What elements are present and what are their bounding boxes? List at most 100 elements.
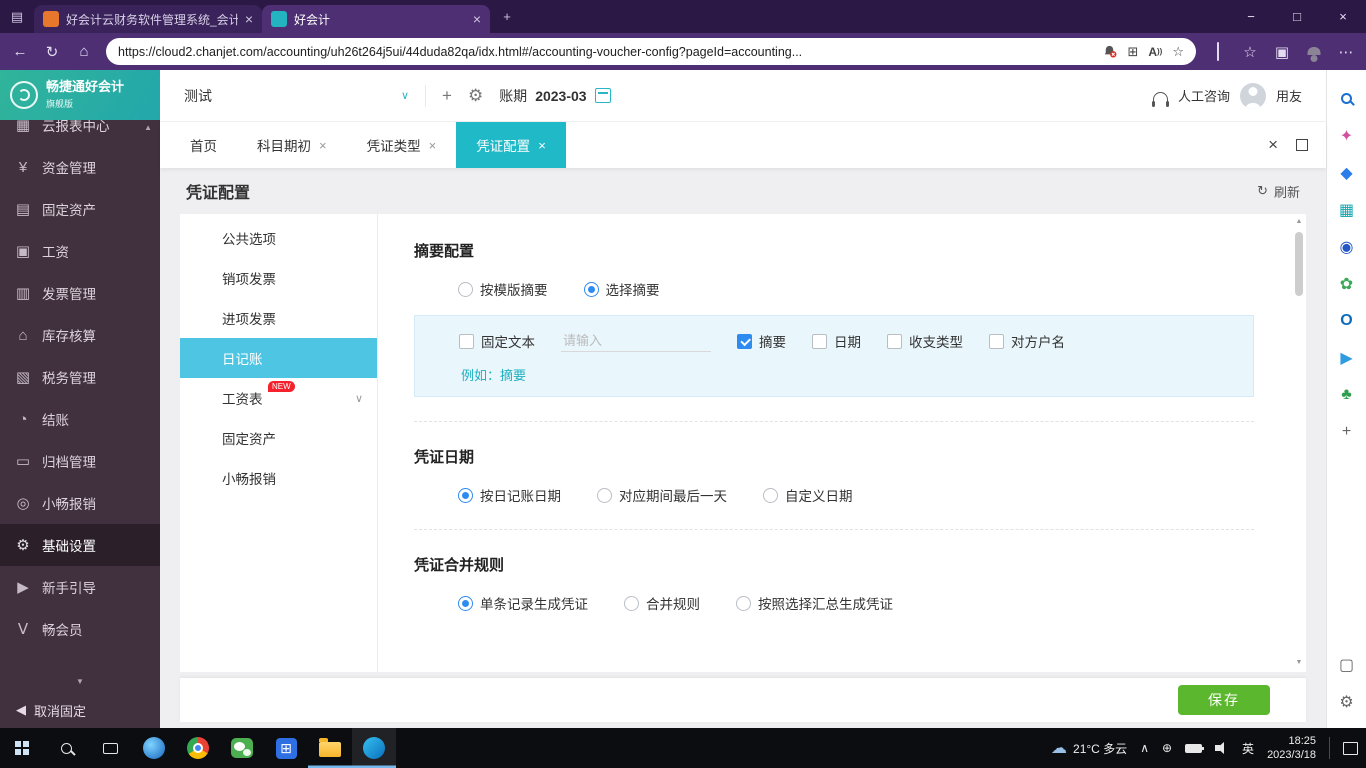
add-account-icon[interactable]: + (442, 86, 452, 106)
sidebar-item-settings[interactable]: ⚙ 基础设置 (0, 524, 160, 566)
address-bar[interactable]: https://cloud2.chanjet.com/accounting/uh… (106, 38, 1196, 65)
tab-close-icon[interactable]: × (429, 138, 437, 153)
start-button[interactable] (0, 728, 44, 768)
checkbox-income-type[interactable]: 收支类型 (887, 331, 963, 351)
period-picker[interactable]: 账期 2023-03 (499, 86, 611, 106)
add-sidebar-app-icon[interactable]: + (1327, 413, 1366, 450)
scrollbar-thumb[interactable] (1295, 232, 1303, 296)
radio-summarize[interactable]: 按照选择汇总生成凭证 (736, 593, 893, 613)
reload-button[interactable]: ↻ (42, 43, 62, 61)
tab-close-icon[interactable]: × (319, 138, 327, 153)
tools-grid-icon[interactable]: ▦ (1327, 191, 1366, 228)
clock[interactable]: 18:25 2023/3/18 (1267, 734, 1316, 763)
browser-tab-2[interactable]: 好会计 × (262, 5, 490, 33)
pinned-app-wechat[interactable] (220, 728, 264, 768)
ime-indicator[interactable]: 英 (1242, 740, 1254, 757)
radio-journal-date[interactable]: 按日记账日期 (458, 485, 561, 505)
add-favorite-icon[interactable]: ☆ (1172, 44, 1184, 60)
home-button[interactable]: ⌂ (74, 43, 94, 60)
support-link[interactable]: 人工咨询 (1178, 86, 1230, 105)
menu-fixed-assets[interactable]: 固定资产 (180, 418, 377, 458)
split-screen-icon[interactable] (1208, 42, 1228, 61)
back-button[interactable]: ← (10, 43, 30, 60)
contacts-icon[interactable]: ◉ (1327, 228, 1366, 265)
sidebar-item-payroll[interactable]: ▣ 工资 (0, 230, 160, 272)
sidebar-item-archive[interactable]: ▭ 归档管理 (0, 440, 160, 482)
minimize-button[interactable]: − (1228, 0, 1274, 33)
scrollbar-down-icon[interactable]: ▼ (1294, 659, 1304, 666)
radio-custom-date[interactable]: 自定义日期 (763, 485, 853, 505)
drive-icon[interactable]: ◆ (1327, 154, 1366, 191)
battery-icon[interactable] (1185, 743, 1205, 753)
outlook-icon[interactable]: O (1327, 302, 1366, 339)
sidebar-item-guide[interactable]: ▶ 新手引导 (0, 566, 160, 608)
checkbox-fixed-text[interactable]: 固定文本 (459, 331, 535, 351)
sidebar-item-closing[interactable]: ◔ 结账 (0, 398, 160, 440)
apps-grid-icon[interactable]: ⊞ (1127, 44, 1138, 60)
pinned-app-chrome[interactable] (176, 728, 220, 768)
menu-expense[interactable]: 小畅报销 (180, 458, 377, 498)
volume-icon[interactable] (1215, 742, 1229, 754)
read-aloud-icon[interactable]: A (1148, 45, 1162, 59)
fixed-text-input[interactable] (561, 330, 711, 352)
sidebar-search-button[interactable] (1327, 80, 1366, 117)
radio-template-summary[interactable]: 按模版摘要 (458, 279, 548, 299)
browser-tab-1[interactable]: 好会计云财务软件管理系统_会计 × (34, 5, 262, 33)
favorites-icon[interactable]: ☆ (1240, 43, 1260, 61)
pinned-app-blue[interactable] (132, 728, 176, 768)
radio-single-record[interactable]: 单条记录生成凭证 (458, 593, 588, 613)
tab2-close-icon[interactable]: × (473, 11, 481, 27)
task-view-button[interactable] (88, 728, 132, 768)
collections-icon[interactable]: ▣ (1272, 43, 1292, 61)
wellness-icon[interactable]: ✿ (1327, 265, 1366, 302)
tab-voucher-config[interactable]: 凭证配置 × (456, 122, 566, 168)
radio-select-summary[interactable]: 选择摘要 (583, 279, 660, 299)
sidebar-item-inventory[interactable]: ⌂ 库存核算 (0, 314, 160, 356)
account-settings-icon[interactable]: ⚙ (468, 86, 483, 106)
copilot-icon[interactable]: ✦ (1327, 117, 1366, 154)
new-tab-button[interactable]: + (490, 0, 524, 33)
account-select[interactable]: 测试 ∨ (184, 86, 409, 106)
tab-close-icon[interactable]: × (538, 138, 546, 153)
action-center-button[interactable] (1343, 741, 1358, 755)
checkbox-counterparty[interactable]: 对方户名 (989, 331, 1065, 351)
radio-period-last-day[interactable]: 对应期间最后一天 (597, 485, 727, 505)
tab-list-button[interactable]: ▤ (0, 0, 34, 33)
sidebar-panel-icon[interactable]: ▢ (1327, 646, 1366, 683)
fullscreen-icon[interactable] (1296, 139, 1308, 151)
tab-home[interactable]: 首页 (170, 122, 237, 168)
hidden-icons-chevron[interactable]: ∧ (1140, 741, 1149, 755)
scroll-down-icon[interactable]: ▼ (0, 677, 160, 692)
weather-widget[interactable]: ☁ 21°C 多云 (1051, 738, 1127, 758)
refresh-button[interactable]: ↻ 刷新 (1257, 182, 1300, 201)
maximize-button[interactable]: □ (1274, 0, 1320, 33)
user-avatar[interactable] (1239, 82, 1266, 109)
checkbox-summary[interactable]: 摘要 (737, 331, 786, 351)
sidebar-item-invoices[interactable]: ▥ 发票管理 (0, 272, 160, 314)
close-window-button[interactable]: × (1320, 0, 1366, 33)
unpin-sidebar-button[interactable]: ◀ 取消固定 (0, 692, 160, 728)
scrollbar-up-icon[interactable]: ▲ (1294, 218, 1304, 225)
network-icon[interactable]: ⊕ (1162, 741, 1172, 755)
sidebar-item-expense[interactable]: ◎ 小畅报销 (0, 482, 160, 524)
menu-cash-journal[interactable]: 日记账 (180, 338, 377, 378)
url-text[interactable]: https://cloud2.chanjet.com/accounting/uh… (118, 45, 1092, 59)
close-all-tabs-icon[interactable]: × (1268, 135, 1278, 155)
edge-browser-button[interactable] (352, 728, 396, 768)
content-scrollbar[interactable]: ▲ ▼ (1294, 218, 1304, 666)
share-icon[interactable]: ▶ (1327, 339, 1366, 376)
notifications-blocked-icon[interactable] (1102, 44, 1117, 59)
user-name[interactable]: 用友 (1276, 86, 1302, 105)
menu-purchase-invoice[interactable]: 进项发票 (180, 298, 377, 338)
tab-voucher-type[interactable]: 凭证类型 × (347, 122, 457, 168)
more-menu-icon[interactable]: ⋯ (1336, 43, 1356, 61)
sidebar-item-cloud-reports[interactable]: ▦ 云报表中心 (0, 120, 160, 146)
tab-opening-balance[interactable]: 科目期初 × (237, 122, 347, 168)
save-button[interactable]: 保存 (1178, 685, 1270, 715)
scroll-up-icon[interactable]: ▲ (144, 123, 152, 132)
radio-merge-rule[interactable]: 合并规则 (624, 593, 700, 613)
sidebar-item-fixed-assets[interactable]: ▤ 固定资产 (0, 188, 160, 230)
file-explorer-button[interactable] (308, 728, 352, 768)
sidebar-item-tax[interactable]: ▧ 税务管理 (0, 356, 160, 398)
games-icon[interactable]: ♣ (1327, 376, 1366, 413)
